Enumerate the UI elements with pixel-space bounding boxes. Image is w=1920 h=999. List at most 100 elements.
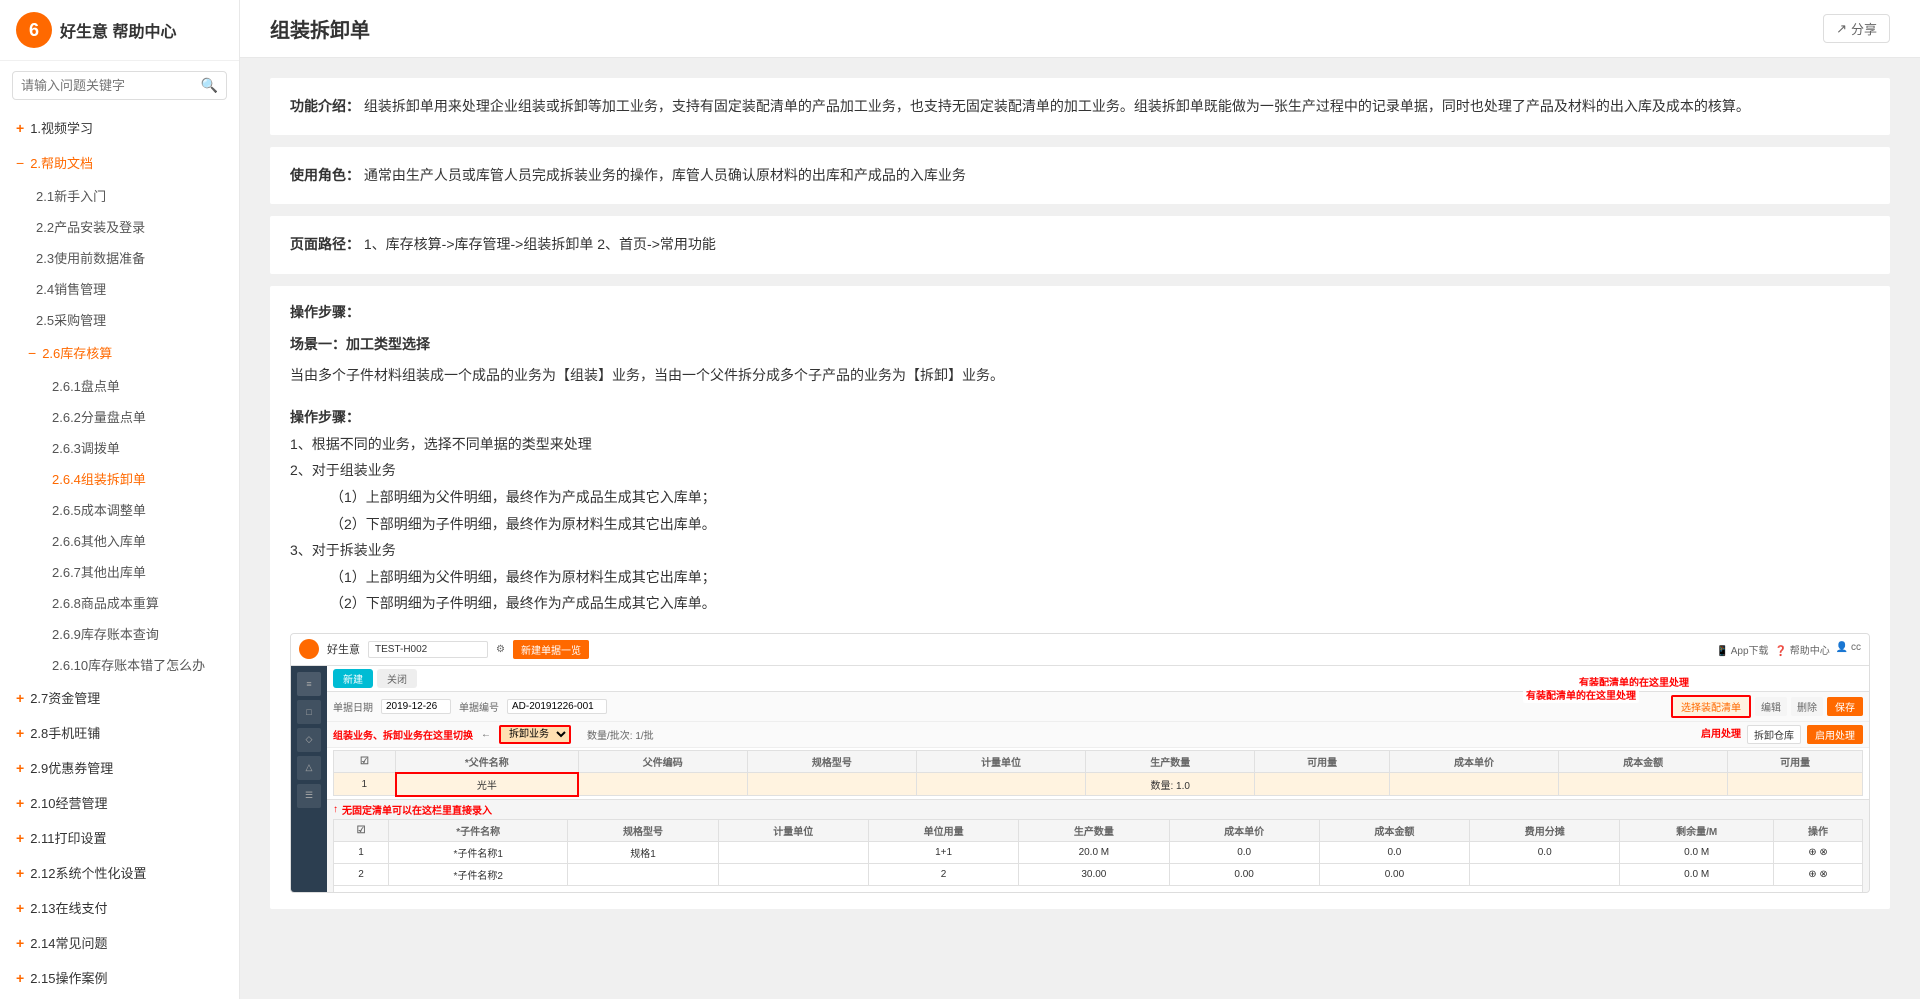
steps-card: 操作步骤： 场景一：加工类型选择 当由多个子件材料组装成一个成品的业务为【组装】… xyxy=(270,286,1890,909)
sim-company-input[interactable] xyxy=(368,641,488,658)
sidebar-item-coupon[interactable]: + 2.9优惠券管理 xyxy=(0,750,239,785)
sidebar-item-label: 2.9优惠券管理 xyxy=(30,758,113,777)
bth-unit: 计量单位 xyxy=(718,819,868,841)
search-icon[interactable]: 🔍 xyxy=(201,77,218,94)
step2-sub2: （2）下部明细为子件明细，最终作为原材料生成其它出库单。 xyxy=(290,511,1870,538)
btd-spec: 规格1 xyxy=(568,841,718,863)
sidebar-item-label: 2.14常见问题 xyxy=(30,933,107,952)
search-input[interactable] xyxy=(21,78,201,93)
sidebar-item-video-learning[interactable]: + 1.视频学习 xyxy=(0,110,239,145)
btd-act: ⊕ ⊗ xyxy=(1774,863,1863,885)
td-check: 1 xyxy=(334,773,396,796)
btd-usage: 2 xyxy=(868,863,1018,885)
btd-alloc xyxy=(1470,863,1620,885)
sidebar-item-stock-ledger[interactable]: 2.6.9库存账本查询 xyxy=(0,618,239,649)
btd-act: ⊕ ⊗ xyxy=(1774,841,1863,863)
sidebar-item-print[interactable]: + 2.11打印设置 xyxy=(0,820,239,855)
sidebar-item-ops[interactable]: + 2.10经营管理 xyxy=(0,785,239,820)
btd-prod: 30.00 xyxy=(1019,863,1169,885)
sidebar-item-cost-adjust[interactable]: 2.6.5成本调整单 xyxy=(0,494,239,525)
sidebar-item-assembly[interactable]: 2.6.4组装拆卸单 xyxy=(0,463,239,494)
bth-name: *子件名称 xyxy=(389,819,568,841)
sim-top-table-area: ☑ *父件名称 父件编码 规格型号 计量单位 生产数量 可用量 成本单价 成本金 xyxy=(327,748,1869,799)
sidebar-item-inventory[interactable]: − 2.6库存核算 xyxy=(0,335,239,370)
path-text: 1、库存核算->库存管理->组装拆卸单 2、首页->常用功能 xyxy=(364,236,716,252)
btd-cost-amt: 0.00 xyxy=(1319,863,1469,885)
sim-tab-new[interactable]: 新建 xyxy=(333,669,373,688)
step2: 2、对于组装业务 xyxy=(290,457,1870,484)
sim-assembly-btn[interactable]: 选择装配清单 xyxy=(1671,695,1751,718)
th-parent-code: 父件编码 xyxy=(578,750,747,773)
sidebar-item-funds[interactable]: + 2.7资金管理 xyxy=(0,680,239,715)
sidebar-item-mobile[interactable]: + 2.8手机旺铺 xyxy=(0,715,239,750)
sidebar-item-transfer[interactable]: 2.6.3调拨单 xyxy=(0,432,239,463)
sidebar-item-stock-check[interactable]: 2.6.1盘点单 xyxy=(0,370,239,401)
sim-warehouse-input[interactable]: 拆卸仓库 xyxy=(1747,725,1801,744)
share-label: 分享 xyxy=(1851,19,1877,38)
sidebar-item-system[interactable]: + 2.12系统个性化设置 xyxy=(0,855,239,890)
btd-cost-price: 0.00 xyxy=(1169,863,1319,885)
btd-unit xyxy=(718,841,868,863)
th-spec: 规格型号 xyxy=(747,750,916,773)
sidebar-item-install[interactable]: 2.2产品安装及登录 xyxy=(0,211,239,242)
td-spec xyxy=(747,773,916,796)
sidebar-item-newbie[interactable]: 2.1新手入门 xyxy=(0,180,239,211)
expand-icon: + xyxy=(16,120,24,136)
search-box[interactable]: 🔍 xyxy=(12,71,227,100)
sidebar-item-help-docs[interactable]: − 2.帮助文档 xyxy=(0,145,239,180)
main-area: 组装拆卸单 ↗ 分享 功能介绍： 组装拆卸单用来处理企业组装或拆卸等加工业务，支… xyxy=(240,0,1920,999)
sim-process-btn[interactable]: 启用处理 xyxy=(1807,725,1863,744)
sidebar-item-other-out[interactable]: 2.6.7其他出库单 xyxy=(0,556,239,587)
sim-type-select[interactable]: 拆卸业务 xyxy=(499,725,571,744)
sidebar-item-label: 2.帮助文档 xyxy=(30,153,93,172)
sim-new-order-btn[interactable]: 新建单据一览 xyxy=(513,640,589,659)
annotation4-area: ↑ 无固定清单可以在这栏里直接录入 xyxy=(333,802,1863,817)
sidebar: 6 好生意 帮助中心 🔍 + 1.视频学习 − 2.帮助文档 2.1新手入门 2… xyxy=(0,0,240,999)
steps-sub-title: 操作步骤： xyxy=(290,404,1870,431)
sidebar-item-data-prep[interactable]: 2.3使用前数据准备 xyxy=(0,242,239,273)
share-button[interactable]: ↗ 分享 xyxy=(1823,14,1890,43)
sidebar-item-other-in[interactable]: 2.6.6其他入库单 xyxy=(0,525,239,556)
sim-process-area: 启用处理 拆卸仓库 启用处理 xyxy=(1701,725,1863,744)
td-code xyxy=(578,773,747,796)
expand-icon: + xyxy=(16,935,24,951)
sidebar-item-label: 2.12系统个性化设置 xyxy=(30,863,146,882)
sidebar-item-cases[interactable]: + 2.15操作案例 xyxy=(0,960,239,995)
path-label: 页面路径： xyxy=(290,236,360,252)
sidebar-item-sales[interactable]: 2.4销售管理 xyxy=(0,273,239,304)
sidebar-item-label: 2.10经营管理 xyxy=(30,793,107,812)
sim-save-btn[interactable]: 保存 xyxy=(1827,697,1863,716)
sidebar-item-ledger-fix[interactable]: 2.6.10库存账本错了怎么办 xyxy=(0,649,239,680)
collapse-icon: − xyxy=(28,345,36,361)
sim-delete-btn[interactable]: 删除 xyxy=(1791,697,1823,716)
sidebar-item-faq[interactable]: + 2.14常见问题 xyxy=(0,925,239,960)
content-area: 功能介绍： 组装拆卸单用来处理企业组装或拆卸等加工业务，支持有固定装配清单的产品… xyxy=(240,58,1920,999)
sim-tab-close[interactable]: 关闭 xyxy=(377,669,417,688)
share-icon: ↗ xyxy=(1836,21,1847,37)
btd-cost-price: 0.0 xyxy=(1169,841,1319,863)
role-text: 通常由生产人员或库管人员完成拆装业务的操作，库管人员确认原材料的出库和产成品的入… xyxy=(364,167,966,183)
bth-check: ☑ xyxy=(334,819,389,841)
sim-appname: 好生意 xyxy=(327,641,360,657)
annotation1-text: 有装配清单的在这里处理 xyxy=(1579,674,1689,689)
step1: 1、根据不同的业务，选择不同单据的类型来处理 xyxy=(290,431,1870,458)
sidebar-item-label: 2.6库存核算 xyxy=(42,343,112,362)
sidebar-item-cost-recalc[interactable]: 2.6.8商品成本重算 xyxy=(0,587,239,618)
sim-edit-btn[interactable]: 编辑 xyxy=(1755,697,1787,716)
sidebar-item-payment[interactable]: + 2.13在线支付 xyxy=(0,890,239,925)
sim-date-input[interactable] xyxy=(381,699,451,714)
th-avail2: 可用量 xyxy=(1728,750,1863,773)
sidebar-item-purchase[interactable]: 2.5采购管理 xyxy=(0,304,239,335)
app-icon: 📱 App下载 xyxy=(1716,642,1768,657)
td-prod-qty: 数量: 1.0 xyxy=(1086,773,1255,796)
sim-top-table: ☑ *父件名称 父件编码 规格型号 计量单位 生产数量 可用量 成本单价 成本金 xyxy=(333,750,1863,797)
screenshot-container: 好生意 ⚙ 新建单据一览 📱 App下载 ❓ 帮助中心 👤 cc ≡ xyxy=(290,633,1870,893)
th-cost-amt: 成本金额 xyxy=(1559,750,1728,773)
table-row: 1 光半 数量: 1.0 xyxy=(334,773,1863,796)
sidebar-item-split-check[interactable]: 2.6.2分量盘点单 xyxy=(0,401,239,432)
role-label: 使用角色： xyxy=(290,167,360,183)
scene1-title: 场景一：加工类型选择 xyxy=(290,334,1870,354)
annotation2-text: 组装业务、拆卸业务在这里切换 xyxy=(333,727,473,742)
intro-label: 功能介绍： xyxy=(290,98,360,114)
sim-no-input[interactable] xyxy=(507,699,607,714)
